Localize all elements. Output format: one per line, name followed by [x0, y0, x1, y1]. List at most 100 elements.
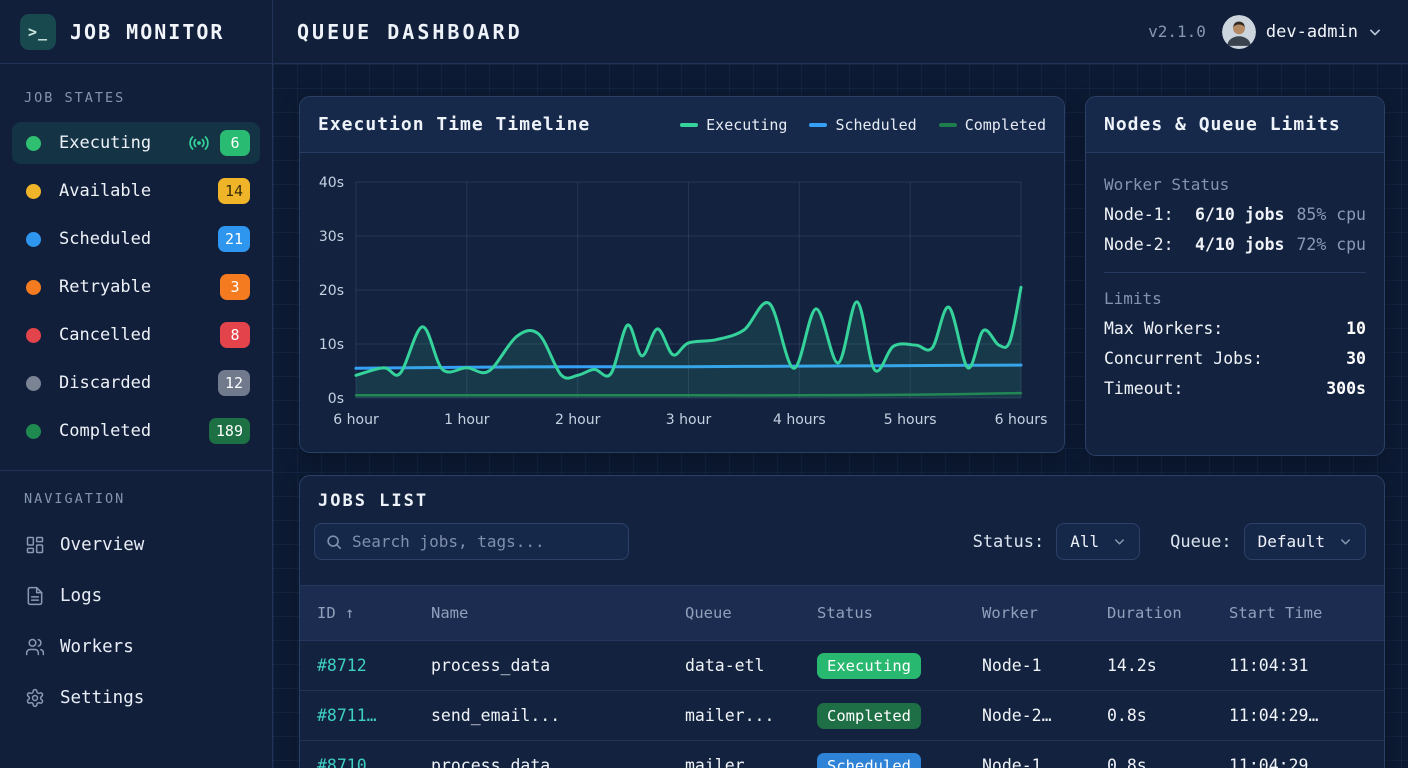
column-header-queue[interactable]: Queue [685, 604, 817, 622]
nodes-divider [1104, 272, 1366, 273]
jobs-table-header: ID ↑ Name Queue Status Worker Duration S… [300, 585, 1384, 641]
version-label: v2.1.0 [1148, 22, 1206, 41]
nav-label: Logs [60, 586, 103, 606]
state-dot [26, 375, 41, 391]
svg-text:1 hour: 1 hour [444, 412, 490, 428]
table-row[interactable]: #8710 process_data mailer Scheduled Node… [300, 741, 1384, 768]
worker-cpu: 72% cpu [1296, 235, 1366, 254]
job-state-item[interactable]: Executing 6 [12, 122, 260, 164]
svg-text:30s: 30s [319, 229, 344, 245]
state-label: Retryable [59, 277, 152, 297]
column-header-status[interactable]: Status [817, 604, 982, 622]
state-count-badge: 14 [217, 178, 250, 204]
job-state-item[interactable]: Scheduled 21 [12, 218, 260, 260]
main-content: Execution Time Timeline Executing Schedu… [273, 64, 1408, 768]
avatar [1221, 14, 1256, 49]
nodes-card-body: Worker Status Node-1: 6/10 jobs 85% cpu … [1086, 153, 1384, 398]
state-dot [26, 135, 41, 151]
sidebar-item-workers[interactable]: Workers [0, 625, 272, 669]
job-id-link[interactable]: #8710 [317, 756, 431, 768]
chevron-down-icon [1113, 537, 1126, 546]
workers-users-icon [25, 637, 45, 657]
sidebar-divider [0, 470, 272, 471]
job-worker: Node-2… [982, 706, 1052, 725]
worker-jobs: 4/10 jobs [1195, 235, 1285, 254]
search-box [314, 523, 629, 560]
state-label: Completed [59, 421, 152, 441]
nodes-card-header: Nodes & Queue Limits [1086, 97, 1384, 153]
status-badge: Scheduled [817, 752, 921, 768]
limit-row: Concurrent Jobs: 30 [1104, 349, 1366, 368]
job-queue: data-etl [685, 656, 765, 675]
job-name: send_email... [431, 706, 561, 725]
limits-heading: Limits [1104, 289, 1162, 308]
svg-text:2 hour: 2 hour [555, 412, 601, 428]
nodes-card-title: Nodes & Queue Limits [1104, 114, 1341, 135]
job-state-item[interactable]: Cancelled 8 [12, 314, 260, 356]
column-header-id[interactable]: ID ↑ [317, 604, 431, 622]
nav-label: Settings [60, 688, 145, 708]
search-icon [325, 533, 343, 551]
job-start-time: 11:04:29 [1229, 756, 1309, 768]
limit-label: Concurrent Jobs: [1104, 349, 1263, 368]
job-name: process_data [431, 756, 551, 768]
table-row[interactable]: #8711… send_email... mailer... Completed… [300, 691, 1384, 741]
terminal-logo-icon: >_ [20, 13, 56, 50]
state-count-badge: 21 [217, 226, 250, 252]
svg-text:6 hours: 6 hours [995, 412, 1048, 428]
job-state-item[interactable]: Completed 189 [12, 410, 260, 452]
job-id-link[interactable]: #8712 [317, 656, 431, 675]
limit-value: 30 [1346, 349, 1366, 368]
queue-select[interactable]: Default [1243, 523, 1366, 560]
state-dot [26, 327, 41, 343]
top-bar-right: v2.1.0 dev-admin [1148, 14, 1408, 49]
legend-item-scheduled[interactable]: Scheduled [809, 116, 917, 134]
legend-item-completed[interactable]: Completed [938, 115, 1046, 134]
status-select[interactable]: All [1056, 523, 1141, 560]
overview-grid-icon [25, 535, 45, 555]
svg-text:4 hours: 4 hours [773, 412, 826, 428]
search-input[interactable] [352, 532, 618, 551]
top-bar: >_ JOB MONITOR QUEUE DASHBOARD v2.1.0 de… [0, 0, 1408, 64]
job-state-item[interactable]: Retryable 3 [12, 266, 260, 308]
sidebar-item-logs[interactable]: Logs [0, 574, 272, 618]
svg-text:20s: 20s [319, 283, 344, 299]
table-row[interactable]: #8712 process_data data-etl Executing No… [300, 641, 1384, 691]
sidebar-item-settings[interactable]: Settings [0, 676, 272, 720]
state-label: Available [59, 181, 152, 201]
svg-text:0s: 0s [328, 391, 344, 407]
jobs-toolbar: Status: All Queue: Default [300, 521, 1384, 581]
terminal-glyph: >_ [27, 22, 49, 41]
job-state-item[interactable]: Discarded 12 [12, 362, 260, 404]
column-header-duration[interactable]: Duration [1107, 604, 1229, 622]
job-state-item[interactable]: Available 14 [12, 170, 260, 212]
state-count-badge: 189 [208, 418, 250, 444]
timeline-chart: 0s 10s 20s 30s 40s 6 hour 1 hour 2 hour 3 hour 4 … [300, 153, 1066, 451]
column-header-worker[interactable]: Worker [982, 604, 1107, 622]
live-broadcast-icon [188, 135, 210, 151]
state-dot [26, 279, 41, 295]
legend-item-executing[interactable]: Executing [680, 116, 787, 134]
chart-legend: Executing Scheduled Completed [680, 116, 1046, 134]
chevron-down-icon [1339, 537, 1352, 546]
limit-row: Timeout: 300s [1104, 379, 1366, 398]
column-header-name[interactable]: Name [431, 604, 685, 622]
legend-label: Completed [964, 115, 1046, 134]
queue-select-value: Default [1257, 532, 1325, 551]
nodes-queue-limits-card: Nodes & Queue Limits Worker Status Node-… [1085, 96, 1385, 456]
worker-jobs: 6/10 jobs [1195, 205, 1285, 224]
job-queue: mailer... [685, 706, 775, 725]
sidebar-item-overview[interactable]: Overview [0, 523, 272, 567]
legend-dash [938, 122, 957, 127]
state-count-badge: 12 [217, 370, 250, 396]
job-id-link[interactable]: #8711… [317, 706, 431, 725]
limit-value: 300s [1326, 379, 1366, 398]
legend-label: Executing [706, 115, 788, 134]
chevron-down-icon [1368, 27, 1382, 37]
worker-name: Node-2: [1104, 235, 1174, 254]
state-count-badge: 8 [220, 322, 250, 348]
jobs-list-card: JOBS LIST Status: All [299, 475, 1385, 768]
job-start-time: 11:04:29… [1229, 706, 1319, 725]
user-menu[interactable]: dev-admin [1221, 14, 1382, 49]
column-header-start-time[interactable]: Start Time [1229, 604, 1384, 622]
